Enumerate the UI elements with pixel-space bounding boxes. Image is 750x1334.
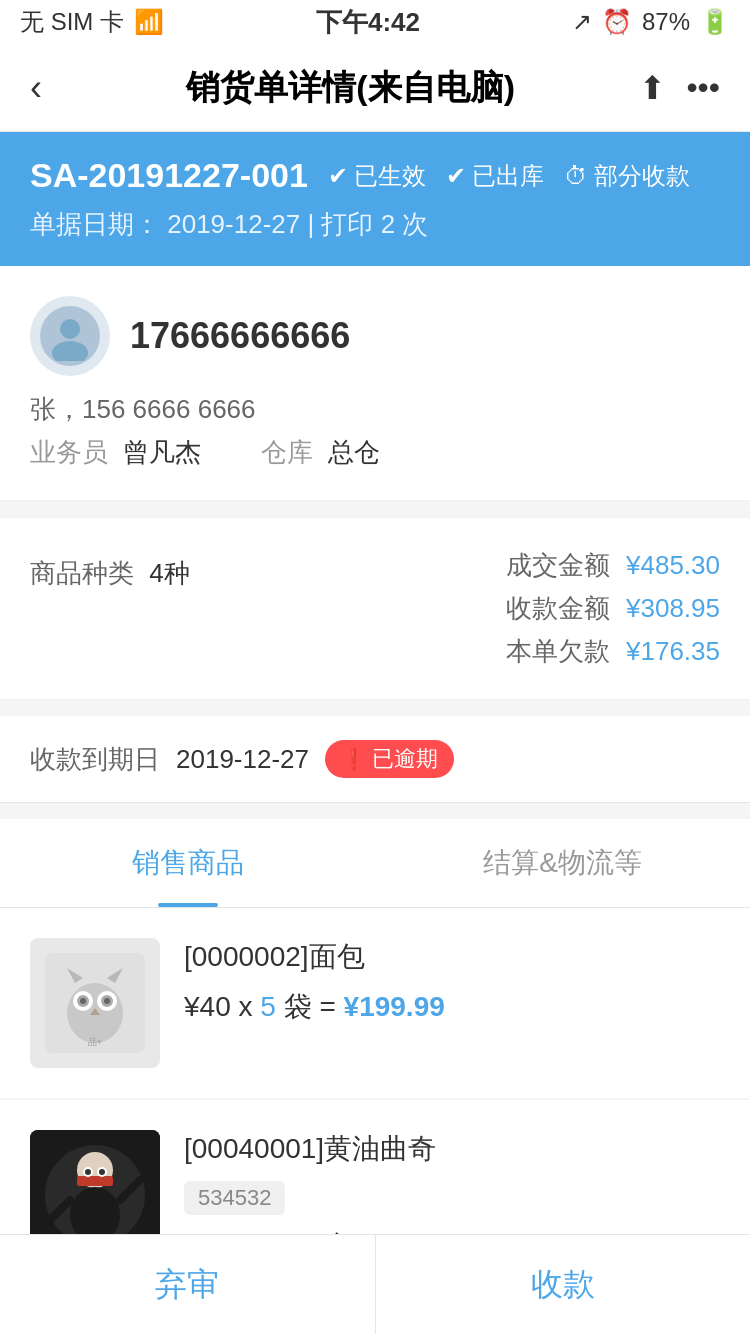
status-right: ↗ ⏰ 87% 🔋	[572, 8, 730, 36]
status-bar: 无 SIM 卡 📶 下午4:42 ↗ ⏰ 87% 🔋	[0, 0, 750, 44]
collect-payment-button[interactable]: 收款	[376, 1235, 751, 1334]
wifi-icon: 📶	[134, 8, 164, 36]
location-icon: ↗	[572, 8, 592, 36]
sim-label: 无 SIM 卡	[20, 6, 124, 38]
salesperson-info: 业务员 曾凡杰	[30, 435, 201, 470]
svg-point-9	[104, 998, 110, 1004]
svg-point-20	[85, 1169, 91, 1175]
status-badge-active: ✔ 已生效	[328, 160, 426, 192]
battery-label: 87%	[642, 8, 690, 36]
svg-point-1	[52, 341, 88, 361]
summary-left: 商品种类 4种	[30, 548, 190, 591]
summary-right: 成交金额 ¥485.30 收款金额 ¥308.95 本单欠款 ¥176.35	[506, 548, 720, 669]
debt-row: 本单欠款 ¥176.35	[506, 634, 720, 669]
order-id-row: SA-20191227-001 ✔ 已生效 ✔ 已出库 ⏱ 部分收款	[30, 156, 720, 195]
product-price-row-1: ¥40 x 5 袋 = ¥199.99	[184, 988, 720, 1026]
customer-name-phone: 张，156 6666 6666	[30, 392, 720, 427]
table-row: 品+ [0000002]面包 ¥40 x 5 袋 = ¥199.99	[0, 908, 750, 1098]
status-left: 无 SIM 卡 📶	[20, 6, 164, 38]
warehouse-info: 仓库 总仓	[261, 435, 380, 470]
back-button[interactable]: ‹	[30, 67, 42, 109]
overdue-icon: ❗	[341, 747, 366, 771]
product-name-2: [00040001]黄油曲奇	[184, 1130, 720, 1168]
tab-sales-products[interactable]: 销售商品	[0, 819, 375, 907]
check-icon-2: ✔	[446, 162, 466, 190]
customer-meta: 业务员 曾凡杰 仓库 总仓	[30, 435, 720, 470]
avatar	[30, 296, 110, 376]
svg-point-21	[99, 1169, 105, 1175]
deal-amount-row: 成交金额 ¥485.30	[506, 548, 720, 583]
tabs-row: 销售商品 结算&物流等	[0, 819, 750, 907]
check-icon-1: ✔	[328, 162, 348, 190]
tab-settlement-logistics[interactable]: 结算&物流等	[375, 819, 750, 907]
alarm-icon: ⏰	[602, 8, 632, 36]
avatar-icon	[40, 306, 100, 366]
abandon-review-button[interactable]: 弃审	[0, 1235, 376, 1334]
more-icon[interactable]: •••	[686, 69, 720, 106]
received-row: 收款金额 ¥308.95	[506, 591, 720, 626]
order-date-row: 单据日期： 2019-12-27 | 打印 2 次	[30, 207, 720, 242]
share-icon[interactable]: ⬆	[639, 69, 666, 107]
customer-id: 17666666666	[130, 315, 350, 357]
tabs-section: 销售商品 结算&物流等	[0, 819, 750, 908]
battery-icon: 🔋	[700, 8, 730, 36]
due-section: 收款到期日 2019-12-27 ❗ 已逾期	[0, 716, 750, 803]
nav-bar: ‹ 销货单详情(来自电脑) ⬆ •••	[0, 44, 750, 132]
status-badge-partial: ⏱ 部分收款	[564, 160, 690, 192]
tab-underline	[158, 903, 218, 907]
customer-row: 17666666666	[30, 296, 720, 376]
page-title: 销货单详情(来自电脑)	[62, 65, 639, 111]
product-name-1: [0000002]面包	[184, 938, 720, 976]
customer-section: 17666666666 张，156 6666 6666 业务员 曾凡杰 仓库 总…	[0, 266, 750, 501]
product-info-1: [0000002]面包 ¥40 x 5 袋 = ¥199.99	[184, 938, 720, 1026]
svg-point-0	[60, 319, 80, 339]
status-time: 下午4:42	[316, 5, 420, 40]
product-sku-badge: 534532	[184, 1181, 285, 1215]
status-badge-shipped: ✔ 已出库	[446, 160, 544, 192]
summary-section: 商品种类 4种 成交金额 ¥485.30 收款金额 ¥308.95 本单欠款 ¥…	[0, 517, 750, 700]
nav-actions: ⬆ •••	[639, 69, 720, 107]
clock-icon: ⏱	[564, 162, 588, 190]
svg-rect-17	[77, 1176, 113, 1186]
svg-text:品+: 品+	[88, 1037, 102, 1047]
bottom-bar: 弃审 收款	[0, 1234, 750, 1334]
order-id: SA-20191227-001	[30, 156, 308, 195]
order-header: SA-20191227-001 ✔ 已生效 ✔ 已出库 ⏱ 部分收款 单据日期：…	[0, 132, 750, 266]
svg-point-8	[80, 998, 86, 1004]
summary-outer: 商品种类 4种 成交金额 ¥485.30 收款金额 ¥308.95 本单欠款 ¥…	[30, 548, 720, 669]
product-types: 商品种类 4种	[30, 556, 190, 591]
product-image-1: 品+	[30, 938, 160, 1068]
overdue-badge: ❗ 已逾期	[325, 740, 454, 778]
